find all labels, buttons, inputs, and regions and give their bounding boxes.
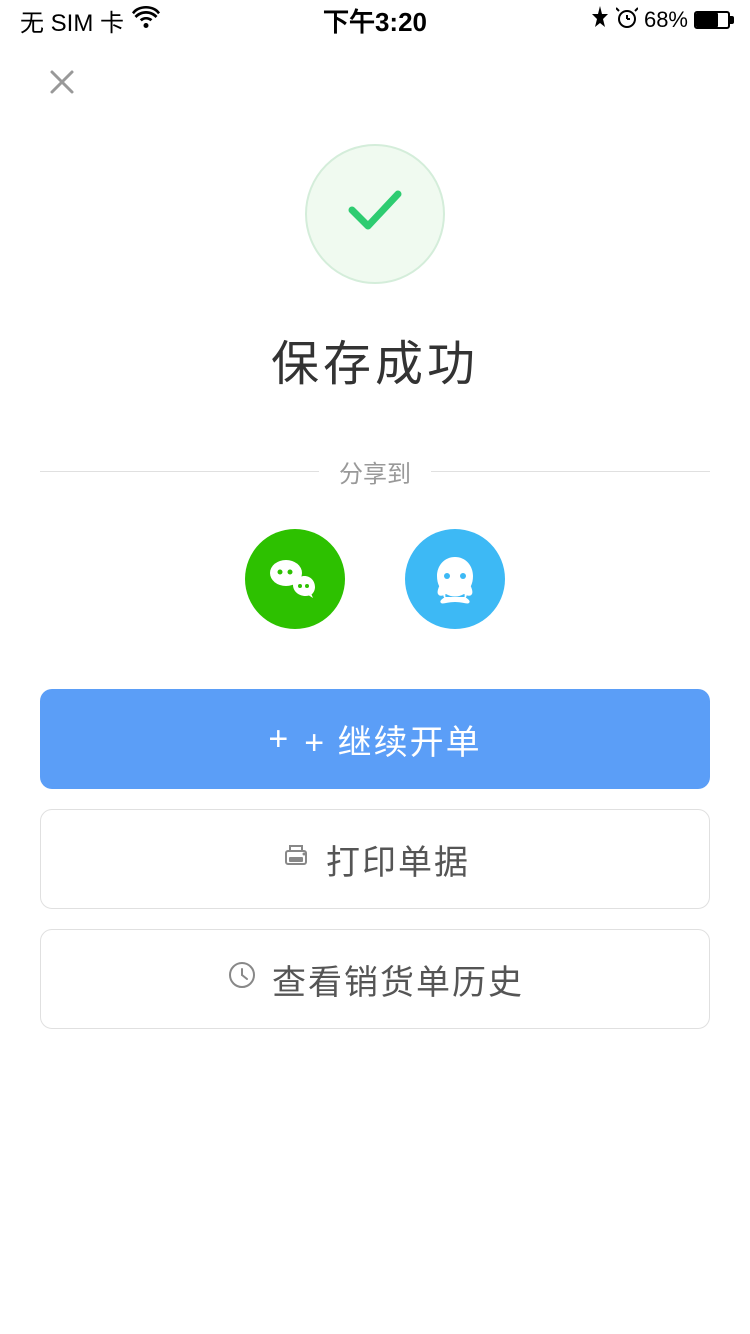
- share-label: 分享到: [339, 454, 411, 489]
- status-left: 无 SIM 卡: [20, 3, 160, 38]
- print-label: 打印单据: [326, 835, 470, 884]
- wifi-icon: [132, 6, 160, 35]
- print-button[interactable]: 打印单据: [40, 809, 710, 909]
- divider-line-right: [431, 471, 710, 472]
- continue-order-label: + 继续开单: [304, 715, 481, 764]
- close-button-wrap: [0, 40, 750, 124]
- main-content: 保存成功 分享到: [0, 124, 750, 1334]
- action-buttons: + + 继续开单 打印单据 查看销货单: [0, 689, 750, 1029]
- divider-line-left: [40, 471, 319, 472]
- printer-icon: [280, 839, 312, 880]
- alarm-icon: [616, 6, 638, 34]
- status-right: 68%: [590, 6, 730, 34]
- clock-icon: [226, 959, 258, 1000]
- history-label: 查看销货单历史: [272, 955, 524, 1004]
- continue-order-button[interactable]: + + 继续开单: [40, 689, 710, 789]
- success-circle: [305, 144, 445, 284]
- view-history-button[interactable]: 查看销货单历史: [40, 929, 710, 1029]
- battery-percent: 68%: [644, 7, 688, 33]
- share-divider: 分享到: [40, 454, 710, 489]
- share-section: 分享到: [0, 454, 750, 689]
- battery-icon: [694, 11, 730, 29]
- share-wechat-button[interactable]: [245, 529, 345, 629]
- status-bar: 无 SIM 卡 下午3:20 68%: [0, 0, 750, 40]
- check-icon: [340, 174, 410, 255]
- close-button[interactable]: [40, 60, 84, 104]
- location-icon: [590, 6, 610, 34]
- sim-text: 无 SIM 卡: [20, 3, 124, 38]
- time-display: 下午3:20: [323, 2, 427, 39]
- plus-icon: +: [268, 720, 290, 759]
- success-title: 保存成功: [271, 324, 479, 394]
- share-icons: [40, 529, 710, 629]
- share-qq-button[interactable]: [405, 529, 505, 629]
